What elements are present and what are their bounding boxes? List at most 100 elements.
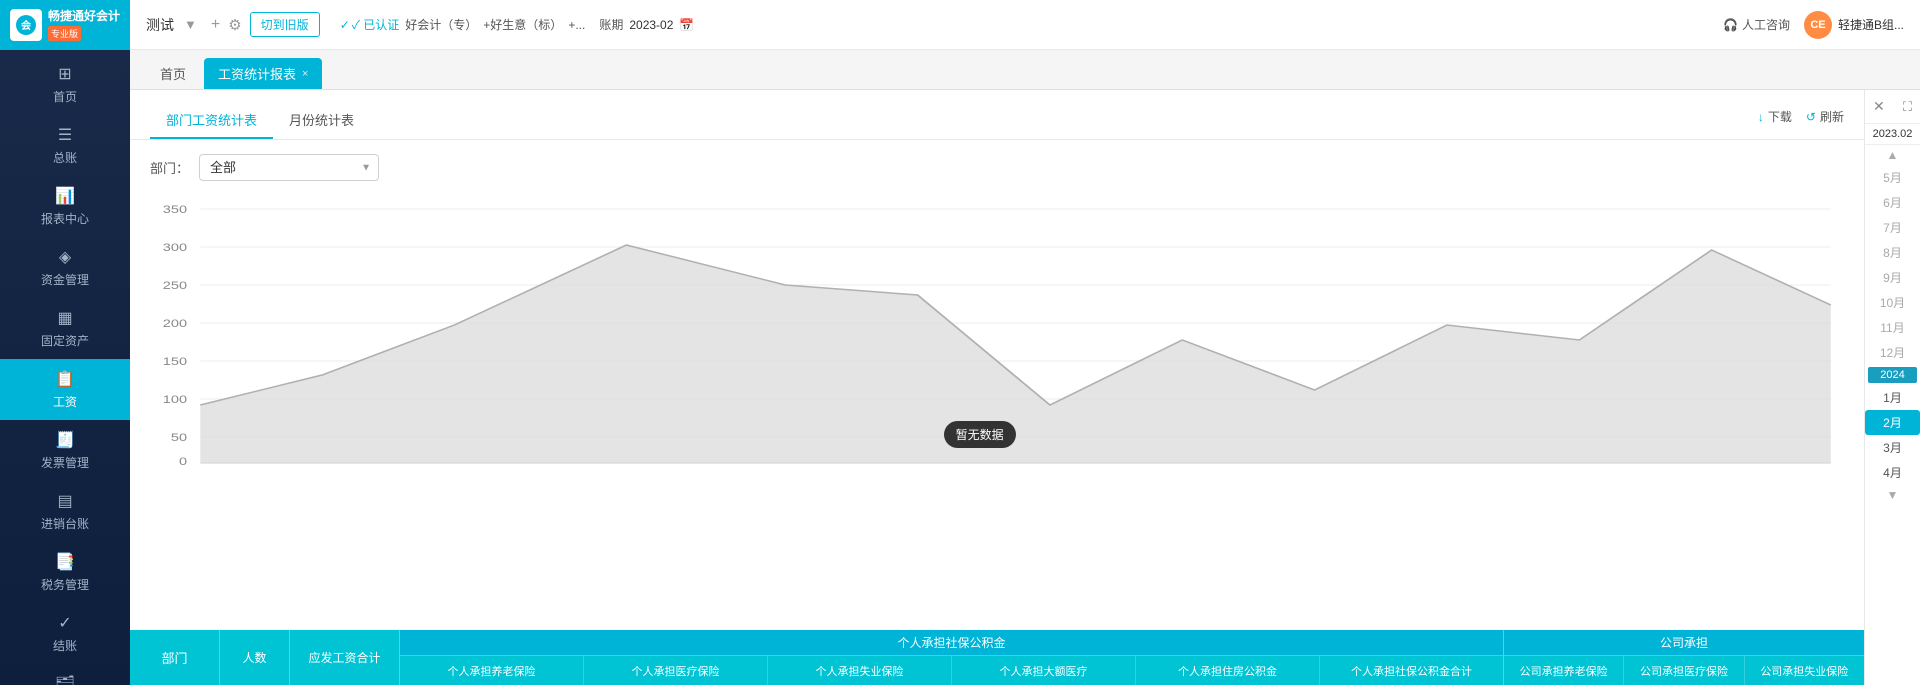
- sidebar-item-invoice[interactable]: 🧾 发票管理: [0, 420, 130, 481]
- sidebar-item-asset[interactable]: ▦ 固定资产: [0, 298, 130, 359]
- username[interactable]: 轻捷通B组...: [1838, 16, 1904, 33]
- sub-col-company-medical: 公司承担医疗保险: [1624, 656, 1744, 685]
- refresh-btn[interactable]: ↺ 刷新: [1806, 108, 1844, 125]
- panel-month-2[interactable]: 2月: [1865, 410, 1920, 435]
- sidebar-item-label: 结账: [53, 637, 77, 654]
- chart-area: 350 300 250 200 150 100 50 0: [130, 195, 1864, 630]
- tab-close-icon[interactable]: ×: [302, 68, 308, 80]
- sidebar-item-label: 总账: [53, 149, 77, 166]
- main-area: 测试 ▼ + ⚙ 切到旧版 ✓ ✓ 已认证 好会计（专） +好生意（标） +..…: [130, 0, 1920, 685]
- sidebar-item-report[interactable]: 📊 报表中心: [0, 176, 130, 237]
- sub-tab-dept[interactable]: 部门工资统计表: [150, 102, 273, 139]
- svg-text:50: 50: [171, 431, 187, 444]
- check-icon: ✓: [340, 18, 350, 32]
- svg-text:300: 300: [163, 241, 187, 254]
- svg-text:100: 100: [163, 393, 187, 406]
- col-people: 人数: [220, 630, 290, 685]
- content-main: 部门工资统计表 月份统计表 ↓ 下载 ↺ 刷新 部门：: [130, 90, 1864, 685]
- tab-salary-report[interactable]: 工资统计报表 ×: [204, 58, 322, 89]
- panel-expand-btn[interactable]: ⛶: [1903, 99, 1912, 115]
- panel-date-header: 2023.02: [1865, 124, 1920, 145]
- svg-text:250: 250: [163, 279, 187, 292]
- sidebar-nav: ⊞ 首页 ☰ 总账 📊 报表中心 ◈ 资金管理 ▦ 固定资产 📋 工资 🧾 发票…: [0, 50, 130, 685]
- svg-text:150: 150: [163, 355, 187, 368]
- panel-year-badge: 2024: [1868, 367, 1918, 383]
- topbar-title: 测试: [146, 15, 174, 35]
- sidebar-item-label: 固定资产: [41, 332, 89, 349]
- sub-col-personal-major-medical: 个人承担大额医疗: [952, 656, 1136, 685]
- invoice-icon: 🧾: [55, 430, 75, 450]
- col-group-company: 公司承担 公司承担养老保险 公司承担医疗保险 公司承担失业保险: [1504, 630, 1864, 685]
- panel-nav: ▲ 5月 6月 7月 8月 9月 10月 11月 12月 2024 1月 2月 …: [1865, 145, 1920, 505]
- switch-old-btn[interactable]: 切到旧版: [250, 12, 320, 37]
- dept-filter-label: 部门：: [150, 158, 189, 177]
- topbar-right: 🎧 人工咨询 CE 轻捷通B组...: [1723, 11, 1904, 39]
- sidebar-item-ledger[interactable]: ☰ 总账: [0, 115, 130, 176]
- sidebar-item-home[interactable]: ⊞ 首页: [0, 54, 130, 115]
- topbar-dropdown-icon[interactable]: ▼: [184, 17, 197, 32]
- sub-col-personal-medical: 个人承担医疗保险: [584, 656, 768, 685]
- avatar: CE: [1804, 11, 1832, 39]
- sidebar-logo: 会 畅捷通好会计 专业版: [0, 0, 130, 50]
- logo-badge: 专业版: [48, 26, 81, 41]
- panel-month-7[interactable]: 7月: [1865, 215, 1920, 240]
- panel-month-6[interactable]: 6月: [1865, 190, 1920, 215]
- table-header: 部门 人数 应发工资合计 个人承担社保公积金 个人承担养老保险 个人承担医疗保险…: [130, 630, 1864, 685]
- report-icon: 📊: [55, 186, 75, 206]
- sidebar: 会 畅捷通好会计 专业版 ⊞ 首页 ☰ 总账 📊 报表中心 ◈ 资金管理 ▦ 固…: [0, 0, 130, 685]
- sidebar-item-salary[interactable]: 📋 工资: [0, 359, 130, 420]
- sub-col-personal-total: 个人承担社保公积金合计: [1320, 656, 1503, 685]
- help-btn[interactable]: 🎧 人工咨询: [1723, 16, 1790, 33]
- col-dept: 部门: [130, 630, 220, 685]
- sub-col-company-unemployment: 公司承担失业保险: [1745, 656, 1864, 685]
- sub-tab-monthly[interactable]: 月份统计表: [273, 102, 370, 139]
- col-group-personal: 个人承担社保公积金 个人承担养老保险 个人承担医疗保险 个人承担失业保险 个人承…: [400, 630, 1504, 685]
- status-business: +好生意（标）: [483, 16, 562, 33]
- asset-icon: ▦: [55, 308, 75, 328]
- sidebar-item-tax[interactable]: 📑 税务管理: [0, 542, 130, 603]
- sidebar-item-label: 税务管理: [41, 576, 89, 593]
- sales-icon: ▤: [55, 491, 75, 511]
- sidebar-item-checkout[interactable]: ✓ 结账: [0, 603, 130, 664]
- svg-text:0: 0: [179, 455, 187, 468]
- salary-icon: 📋: [55, 369, 75, 389]
- sub-col-personal-unemployment: 个人承担失业保险: [768, 656, 952, 685]
- sidebar-item-fund[interactable]: ◈ 资金管理: [0, 237, 130, 298]
- panel-month-8[interactable]: 8月: [1865, 240, 1920, 265]
- download-btn[interactable]: ↓ 下载: [1758, 108, 1792, 125]
- sidebar-item-archive[interactable]: 🗂 归档管理: [0, 664, 130, 685]
- panel-month-11[interactable]: 11月: [1865, 315, 1920, 340]
- group-company-sub: 公司承担养老保险 公司承担医疗保险 公司承担失业保险: [1504, 656, 1864, 685]
- add-icon[interactable]: +: [211, 16, 220, 34]
- sidebar-item-sales[interactable]: ▤ 进销台账: [0, 481, 130, 542]
- tab-home[interactable]: 首页: [146, 58, 200, 89]
- dept-filter-select[interactable]: 全部 行政部 销售部 财务部 技术部: [199, 154, 379, 181]
- calendar-icon[interactable]: 📅: [679, 18, 694, 32]
- panel-month-10[interactable]: 10月: [1865, 290, 1920, 315]
- download-icon: ↓: [1758, 110, 1764, 124]
- gear-icon[interactable]: ⚙: [228, 16, 241, 34]
- panel-month-5[interactable]: 5月: [1865, 165, 1920, 190]
- period-value: 2023-02: [629, 18, 673, 32]
- topbar: 测试 ▼ + ⚙ 切到旧版 ✓ ✓ 已认证 好会计（专） +好生意（标） +..…: [130, 0, 1920, 50]
- panel-month-9[interactable]: 9月: [1865, 265, 1920, 290]
- sub-tabbar: 部门工资统计表 月份统计表 ↓ 下载 ↺ 刷新: [130, 90, 1864, 140]
- status-good: 好会计（专）: [405, 16, 477, 33]
- panel-nav-down[interactable]: ▼: [1884, 485, 1902, 505]
- panel-month-3[interactable]: 3月: [1865, 435, 1920, 460]
- status-more: +...: [568, 18, 585, 32]
- panel-month-4[interactable]: 4月: [1865, 460, 1920, 485]
- sidebar-item-label: 资金管理: [41, 271, 89, 288]
- svg-text:200: 200: [163, 317, 187, 330]
- sub-col-personal-pension: 个人承担养老保险: [400, 656, 584, 685]
- filter-bar: 部门： 全部 行政部 销售部 财务部 技术部 ▼: [130, 140, 1864, 195]
- panel-month-1[interactable]: 1月: [1865, 385, 1920, 410]
- panel-nav-up[interactable]: ▲: [1884, 145, 1902, 165]
- content-area: 部门工资统计表 月份统计表 ↓ 下载 ↺ 刷新 部门：: [130, 90, 1920, 685]
- group-company-header: 公司承担: [1504, 630, 1864, 656]
- tab-label: 工资统计报表: [218, 64, 296, 83]
- user-area: CE 轻捷通B组...: [1804, 11, 1904, 39]
- ledger-icon: ☰: [55, 125, 75, 145]
- panel-close-btn[interactable]: ✕: [1873, 98, 1885, 115]
- panel-month-12[interactable]: 12月: [1865, 340, 1920, 365]
